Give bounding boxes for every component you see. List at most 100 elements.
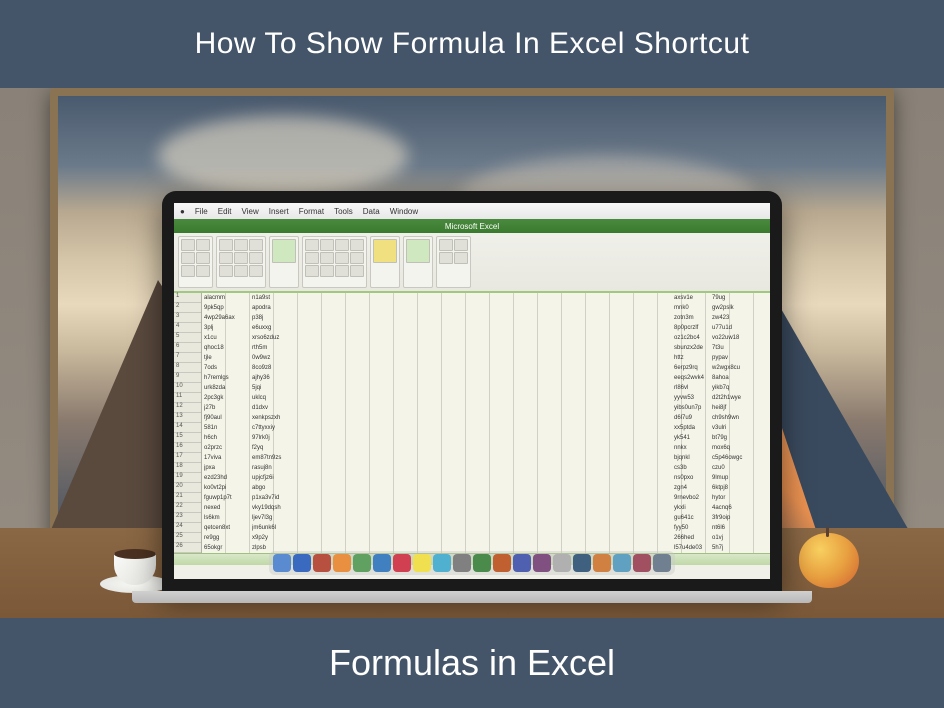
cell: f2yq: [252, 443, 308, 453]
cell: d1dxv: [252, 403, 308, 413]
menu-item: File: [195, 207, 208, 216]
dock-app-icon: [433, 554, 451, 572]
row-header: 23: [174, 513, 201, 523]
excel-titlebar: Microsoft Excel: [174, 219, 770, 233]
dock-app-icon: [353, 554, 371, 572]
row-headers: 1234567891011121314151617181920212223242…: [174, 293, 202, 553]
cell: ljev7l3g: [252, 513, 308, 523]
dock-app-icon: [633, 554, 651, 572]
cell: p38j: [252, 313, 308, 323]
ribbon-button: [305, 265, 319, 277]
cell: em87tn9zs: [252, 453, 308, 463]
row-header: 22: [174, 503, 201, 513]
dock-app-icon: [393, 554, 411, 572]
ribbon-button: [350, 265, 364, 277]
ribbon-button: [350, 239, 364, 251]
cell: ch9sh9wn: [712, 413, 768, 423]
menu-item: Data: [363, 207, 380, 216]
mac-menubar: ● File Edit View Insert Format Tools Dat…: [174, 203, 770, 219]
cell: v3ulri: [712, 423, 768, 433]
cell: jm6unk6l: [252, 523, 308, 533]
ribbon-button: [181, 239, 195, 251]
ribbon-button: [196, 239, 210, 251]
cell: rasuj8n: [252, 463, 308, 473]
coffee-cup: [100, 538, 170, 593]
excel-ribbon: [174, 233, 770, 293]
cell: 5jqi: [252, 383, 308, 393]
laptop: ● File Edit View Insert Format Tools Dat…: [162, 191, 782, 603]
ribbon-button: [219, 252, 233, 264]
laptop-screen-frame: ● File Edit View Insert Format Tools Dat…: [162, 191, 782, 591]
dock-app-icon: [613, 554, 631, 572]
menu-item: Format: [299, 207, 324, 216]
cell: o1vj: [712, 533, 768, 543]
dock-app-icon: [313, 554, 331, 572]
cell: bt79g: [712, 433, 768, 443]
dock-app-icon: [413, 554, 431, 572]
cell: abgo: [252, 483, 308, 493]
cell: 8ahoa: [712, 373, 768, 383]
data-column: n1a9stapodrap38je6uxxgxrso6zduzrth5m0w9w…: [250, 293, 310, 553]
ribbon-button: [249, 265, 263, 277]
row-header: 11: [174, 393, 201, 403]
ribbon-group: [436, 236, 471, 288]
apple-fruit: [799, 533, 859, 588]
cell: 3fr9oip: [712, 513, 768, 523]
ribbon-button: [305, 252, 319, 264]
app-title: Microsoft Excel: [445, 222, 499, 231]
menu-item: Insert: [269, 207, 289, 216]
cell: vky19dqsh: [252, 503, 308, 513]
menu-item: Edit: [218, 207, 232, 216]
row-header: 14: [174, 423, 201, 433]
cell: rth5m: [252, 343, 308, 353]
row-header: 18: [174, 463, 201, 473]
ribbon-button: [181, 252, 195, 264]
cell: czu0: [712, 463, 768, 473]
cell: gw2pslk: [712, 303, 768, 313]
row-header: 2: [174, 303, 201, 313]
ribbon-button: [219, 239, 233, 251]
ribbon-button: [350, 252, 364, 264]
menu-item: View: [242, 207, 259, 216]
ribbon-button: [249, 252, 263, 264]
cell: 8co9z8: [252, 363, 308, 373]
ribbon-button: [335, 265, 349, 277]
ribbon-button: [181, 265, 195, 277]
cell: mox6q: [712, 443, 768, 453]
ribbon-group: [302, 236, 367, 288]
ribbon-button: [439, 252, 453, 264]
row-header: 4: [174, 323, 201, 333]
ribbon-button: [320, 239, 334, 251]
row-header: 13: [174, 413, 201, 423]
row-header: 7: [174, 353, 201, 363]
ribbon-button: [196, 252, 210, 264]
row-header: 20: [174, 483, 201, 493]
ribbon-button: [234, 252, 248, 264]
dock-app-icon: [273, 554, 291, 572]
cell: d2t2h1wye: [712, 393, 768, 403]
row-header: 21: [174, 493, 201, 503]
dock-app-icon: [553, 554, 571, 572]
cell: 9lmup: [712, 473, 768, 483]
row-header: 9: [174, 373, 201, 383]
ribbon-button: [335, 239, 349, 251]
ribbon-button: [320, 265, 334, 277]
menu-item: Tools: [334, 207, 353, 216]
laptop-screen: ● File Edit View Insert Format Tools Dat…: [174, 203, 770, 579]
dock-app-icon: [653, 554, 671, 572]
ribbon-button: [454, 239, 468, 251]
dock-app-icon: [573, 554, 591, 572]
cell: uklcq: [252, 393, 308, 403]
cell: 79ug: [712, 293, 768, 303]
cells-grid: alacmm9pk5qp4wp29a6ax3pljx1cuqhoc18tjle7…: [202, 293, 770, 553]
ribbon-button: [406, 239, 430, 263]
row-header: 8: [174, 363, 201, 373]
ribbon-group: [178, 236, 213, 288]
row-header: 3: [174, 313, 201, 323]
dock-app-icon: [513, 554, 531, 572]
cell: p1xa3v7id: [252, 493, 308, 503]
cell: 5h7j: [712, 543, 768, 553]
cell: hei8jf: [712, 403, 768, 413]
cell: e6uxxg: [252, 323, 308, 333]
row-header: 5: [174, 333, 201, 343]
